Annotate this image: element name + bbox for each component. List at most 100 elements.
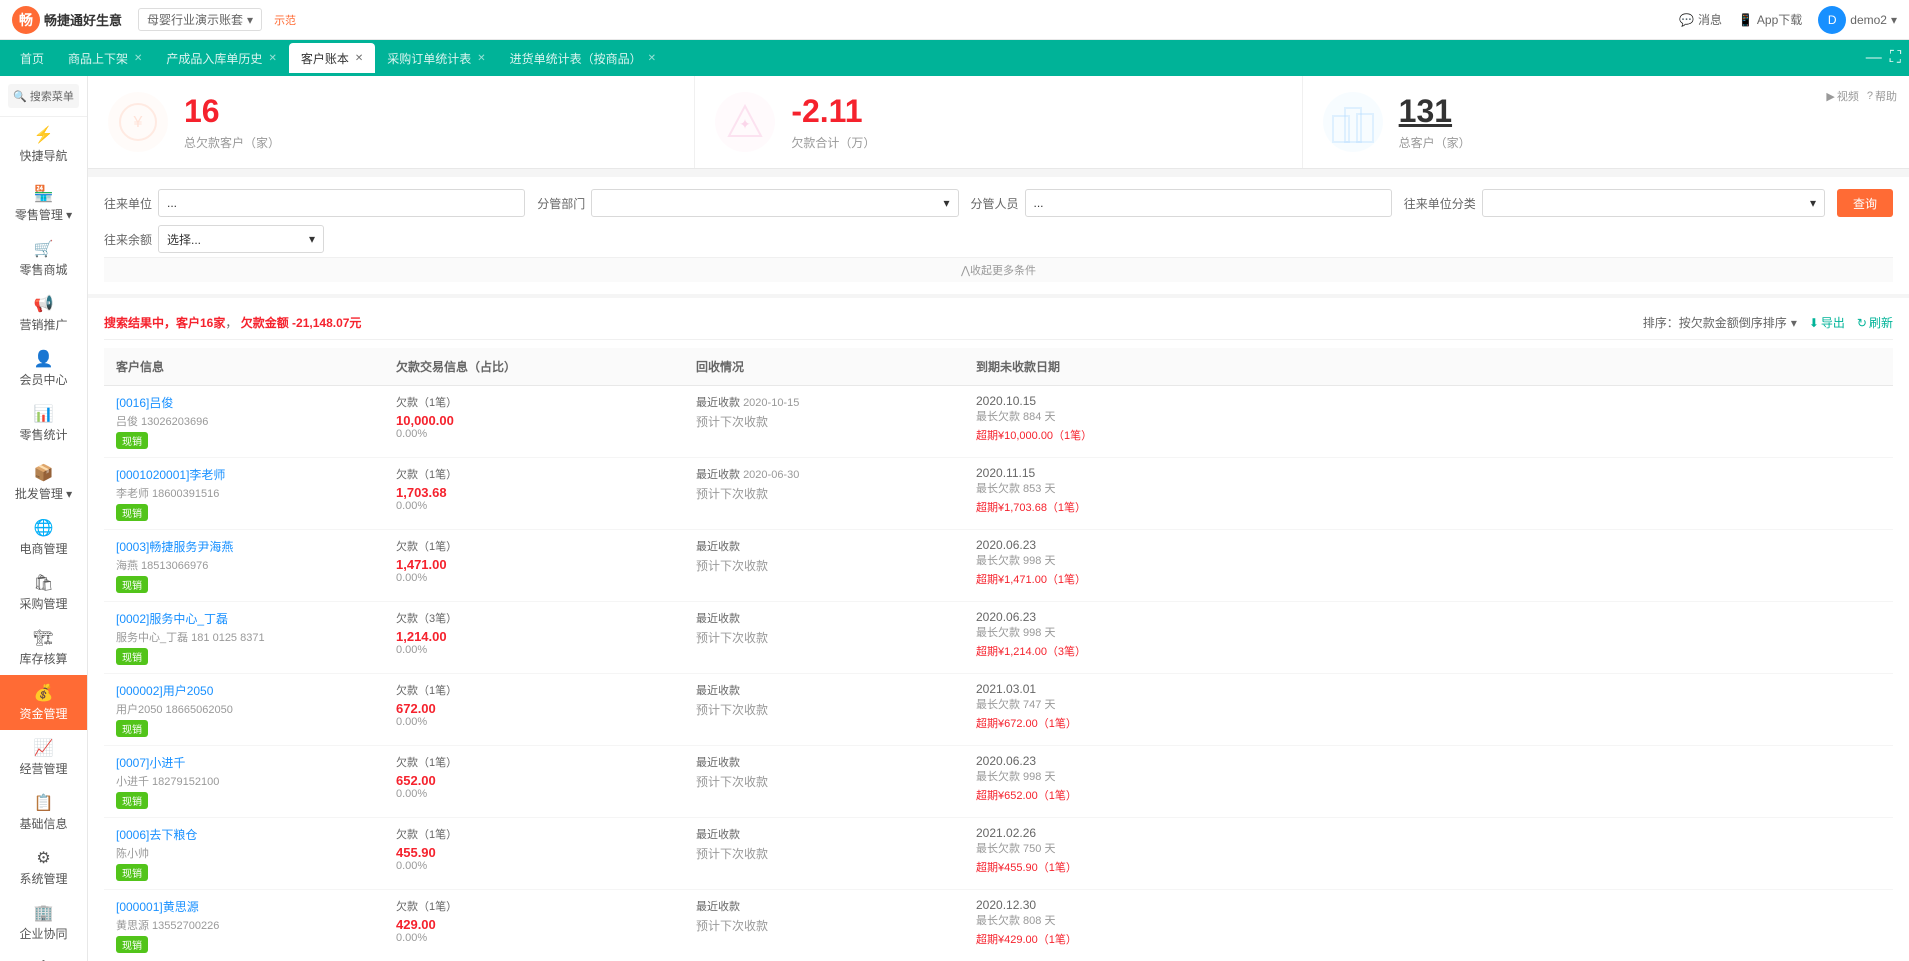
sidebar-item-batch-mgmt[interactable]: 📦 批发管理 ▾ <box>0 455 87 510</box>
quick-nav-label: 快捷导航 <box>19 147 67 164</box>
tab-customer-close[interactable]: ✕ <box>355 53 363 64</box>
app-subtitle: 示范 <box>274 12 296 28</box>
sidebar-item-enterprise[interactable]: 🏢 企业协同 <box>0 895 87 950</box>
tab-customer-label: 客户账本 <box>301 50 349 67</box>
tab-customer[interactable]: 客户账本 ✕ <box>289 43 375 73</box>
sidebar-item-purchase[interactable]: 🛍 采购管理 <box>0 565 87 620</box>
tab-bar: 首页 商品上下架 ✕ 产成品入库单历史 ✕ 客户账本 ✕ 采购订单统计表 ✕ 进… <box>0 40 1909 76</box>
customer-phone-4: 服务中心_丁磊 181 0125 8371 <box>116 629 372 645</box>
due-overdue-1[interactable]: 超期¥10,000.00（1笔） <box>976 427 1881 443</box>
dept-select[interactable]: ▾ <box>591 189 958 217</box>
td-customer-2: [0001020001]李老师 李老师 18600391516 现销 <box>104 458 384 529</box>
sidebar-item-quick-nav[interactable]: ⚡ 快捷导航 <box>0 117 87 172</box>
td-owe-8: 欠款（1笔） 429.00 0.00% <box>384 890 684 961</box>
video-help-btn[interactable]: ▶ 视频 <box>1826 88 1858 104</box>
customer-name-1[interactable]: [0016]吕俊 <box>116 394 372 411</box>
filter-person: 分管人员 ... <box>971 189 1392 217</box>
sidebar-item-member[interactable]: 👤 会员中心 <box>0 341 87 396</box>
due-overdue-4[interactable]: 超期¥1,214.00（3笔） <box>976 643 1881 659</box>
customer-name-5[interactable]: [000002]用户2050 <box>116 682 372 699</box>
app-download-label: App下载 <box>1757 11 1802 28</box>
tab-purchase-close[interactable]: ✕ <box>477 53 485 64</box>
refresh-icon: ↻ <box>1857 316 1867 330</box>
logo-text: 畅捷通好生意 <box>44 10 122 29</box>
sidebar-item-stock[interactable]: 🏗 库存核算 <box>0 620 87 675</box>
balance-select[interactable]: 选择... ▾ <box>158 225 324 253</box>
person-input[interactable]: ... <box>1025 189 1392 217</box>
store-selector[interactable]: 母婴行业演示账套 ▾ <box>138 8 262 31</box>
due-date-5: 2021.03.01 <box>976 682 1881 696</box>
td-customer-6: [0007]小进千 小进千 18279152100 现销 <box>104 746 384 817</box>
tab-purchase[interactable]: 采购订单统计表 ✕ <box>375 43 497 73</box>
results-actions: 排序：按欠款金额倒序排序 ▾ ⬇ 导出 ↻ 刷新 <box>1643 314 1893 331</box>
ecommerce-icon: 🌐 <box>34 518 54 538</box>
filter-category: 往来单位分类 ▾ <box>1404 189 1825 217</box>
sidebar-item-ecommerce[interactable]: 🌐 电商管理 <box>0 510 87 565</box>
due-overdue-3[interactable]: 超期¥1,471.00（1笔） <box>976 571 1881 587</box>
retail-mall-label: 零售商城 <box>19 261 67 278</box>
tab-products-close[interactable]: ✕ <box>134 53 142 64</box>
sidebar-item-retail-stats[interactable]: 📊 零售统计 <box>0 396 87 451</box>
sidebar-item-basic-info[interactable]: 📋 基础信息 <box>0 785 87 840</box>
sidebar-search-btn[interactable]: 🔍 搜索菜单 <box>8 84 79 108</box>
sidebar-item-finance[interactable]: 💰 资金管理 <box>0 675 87 730</box>
from-unit-input[interactable]: ... <box>158 189 525 217</box>
collect-recent-6: 最近收款 <box>696 754 952 770</box>
collect-recent-8: 最近收款 <box>696 898 952 914</box>
due-overdue-2[interactable]: 超期¥1,703.68（1笔） <box>976 499 1881 515</box>
tab-inventory[interactable]: 进货单统计表（按商品） ✕ <box>498 43 668 73</box>
th-collect: 回收情况 <box>684 348 964 385</box>
customer-tag-3: 现销 <box>116 576 148 593</box>
sidebar-item-retail-mgmt[interactable]: 🏪 零售管理 ▾ <box>0 176 87 231</box>
tab-products[interactable]: 商品上下架 ✕ <box>56 43 154 73</box>
customer-name-8[interactable]: [000001]黄思源 <box>116 898 372 915</box>
tab-purchase-label: 采购订单统计表 <box>387 50 471 67</box>
quick-nav-icon: ⚡ <box>34 125 54 145</box>
tab-maximize-btn[interactable]: ⛶ <box>1890 49 1901 67</box>
results-amount-text: 欠款金额 -21,148.07元 <box>241 316 362 330</box>
td-due-4: 2020.06.23 最长欠款 998 天 超期¥1,214.00（3笔） <box>964 602 1893 673</box>
results-info: 搜索结果中，客户16家， 欠款金额 -21,148.07元 排序：按欠款金额倒序… <box>104 306 1893 340</box>
app-download-btn[interactable]: 📱 App下载 <box>1738 11 1802 28</box>
sidebar-item-business[interactable]: 📈 经营管理 <box>0 730 87 785</box>
message-btn[interactable]: 💬 消息 <box>1679 11 1722 28</box>
balance-placeholder: 选择... <box>167 231 201 248</box>
purchase-icon: 🛍 <box>33 573 53 593</box>
td-due-2: 2020.11.15 最长欠款 853 天 超期¥1,703.68（1笔） <box>964 458 1893 529</box>
stat-card-total: 131 总客户（家） ▶ 视频 ? 帮助 <box>1303 76 1909 168</box>
sidebar-item-marketing[interactable]: 📢 营销推广 <box>0 286 87 341</box>
search-btn[interactable]: 查询 <box>1837 189 1893 217</box>
customer-name-6[interactable]: [0007]小进千 <box>116 754 372 771</box>
customer-name-7[interactable]: [0006]去下粮仓 <box>116 826 372 843</box>
tab-home[interactable]: 首页 <box>8 43 56 73</box>
sidebar-item-retail-mall[interactable]: 🛒 零售商城 <box>0 231 87 286</box>
refresh-btn[interactable]: ↻ 刷新 <box>1857 314 1893 331</box>
export-btn[interactable]: ⬇ 导出 <box>1809 314 1845 331</box>
due-date-6: 2020.06.23 <box>976 754 1881 768</box>
sidebar-item-newbie[interactable]: 🎓 新手引导 <box>0 950 87 961</box>
customer-name-4[interactable]: [0002]服务中心_丁磊 <box>116 610 372 627</box>
tab-inventory-close[interactable]: ✕ <box>648 53 656 64</box>
due-overdue-6[interactable]: 超期¥652.00（1笔） <box>976 787 1881 803</box>
due-overdue-7[interactable]: 超期¥455.90（1笔） <box>976 859 1881 875</box>
customer-name-3[interactable]: [0003]畅捷服务尹海燕 <box>116 538 372 555</box>
help-label: 帮助 <box>1875 88 1897 104</box>
collapse-btn[interactable]: ⋀ 收起更多条件 <box>104 257 1893 282</box>
message-label: 消息 <box>1698 11 1722 28</box>
due-overdue-5[interactable]: 超期¥672.00（1笔） <box>976 715 1881 731</box>
customer-name-2[interactable]: [0001020001]李老师 <box>116 466 372 483</box>
help-btn[interactable]: ? 帮助 <box>1867 88 1897 104</box>
due-overdue-8[interactable]: 超期¥429.00（1笔） <box>976 931 1881 947</box>
sort-btn[interactable]: 排序：按欠款金额倒序排序 ▾ <box>1643 314 1797 331</box>
sidebar-item-system[interactable]: ⚙ 系统管理 <box>0 840 87 895</box>
collect-recent-1: 最近收款 2020-10-15 <box>696 394 952 410</box>
balance-label: 往来余额 <box>104 231 152 248</box>
due-days-3: 最长欠款 998 天 <box>976 552 1881 568</box>
tab-minimize-btn[interactable]: — <box>1866 49 1882 67</box>
tab-production-close[interactable]: ✕ <box>268 53 276 64</box>
user-area[interactable]: D demo2 ▾ <box>1818 6 1897 34</box>
category-select[interactable]: ▾ <box>1482 189 1825 217</box>
td-owe-5: 欠款（1笔） 672.00 0.00% <box>384 674 684 745</box>
tab-production-label: 产成品入库单历史 <box>166 50 262 67</box>
tab-production[interactable]: 产成品入库单历史 ✕ <box>154 43 288 73</box>
